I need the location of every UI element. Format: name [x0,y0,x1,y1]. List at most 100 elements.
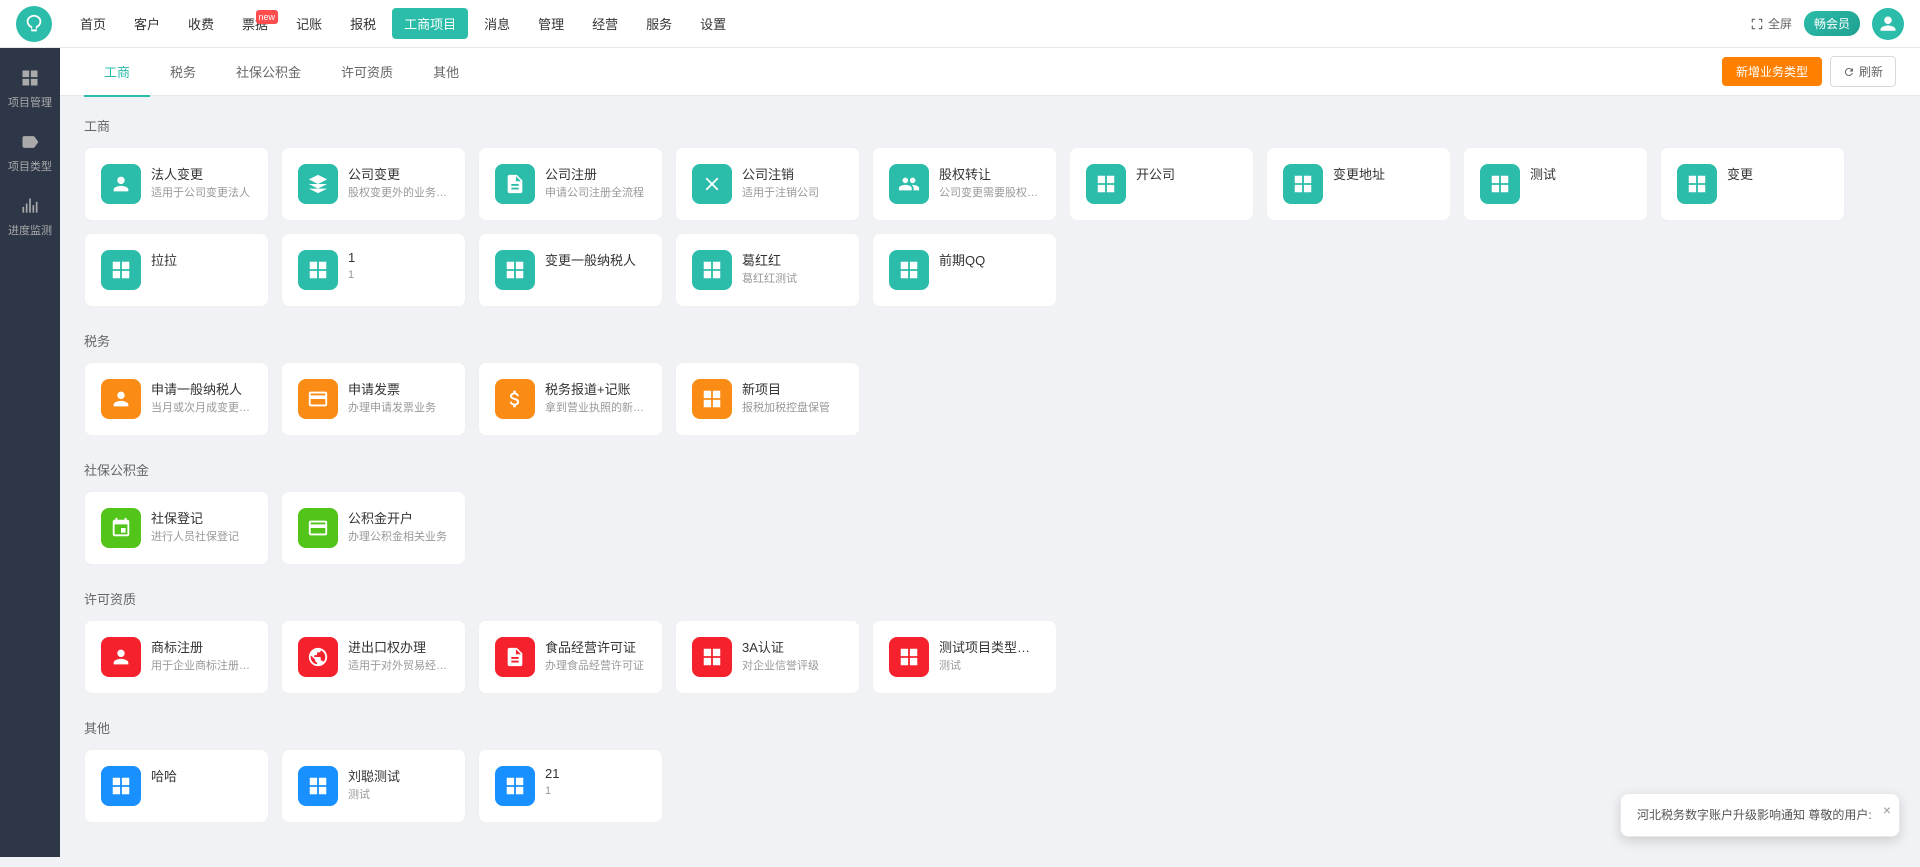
card-new-project[interactable]: 新项目 报税加税控盘保管 [675,362,860,436]
card-change-taxpayer[interactable]: 变更一般纳税人 [478,233,663,307]
card-icon-3a-cert [692,637,732,677]
card-trademark[interactable]: 商标注册 用于企业商标注册服务 [84,620,269,694]
card-desc-legal-change: 适用于公司变更法人 [151,186,252,201]
card-qq[interactable]: 前期QQ [872,233,1057,307]
sidebar-label-project-manage: 项目管理 [8,94,52,110]
card-name-apply-taxpayer: 申请一般纳税人 [151,379,252,398]
avatar[interactable] [1872,8,1904,40]
card-food-license[interactable]: 食品经营许可证 办理食品经营许可证 [478,620,663,694]
refresh-button[interactable]: 刷新 [1830,56,1896,87]
sidebar-item-project-type[interactable]: 项目类型 [0,120,60,184]
card-icon-shebao-register [101,508,141,548]
card-import-export[interactable]: 进出口权办理 适用于对外贸易经营者 [281,620,466,694]
card-desc-21: 1 [545,784,646,799]
nav-message[interactable]: 消息 [472,8,522,39]
vip-btn[interactable]: 畅会员 [1804,11,1860,36]
card-name-lala: 拉拉 [151,250,252,269]
tab-actions: 新增业务类型 刷新 [1722,56,1896,87]
tab-xuke[interactable]: 许可资质 [321,48,413,97]
card-name-one: 1 [348,250,449,265]
card-info-company-register: 公司注册 申请公司注册全流程 [545,164,646,201]
card-name-change-address: 变更地址 [1333,164,1434,183]
nav-charge[interactable]: 收费 [176,8,226,39]
nav-home[interactable]: 首页 [68,8,118,39]
card-shebao-register[interactable]: 社保登记 进行人员社保登记 [84,491,269,565]
nav-manage[interactable]: 管理 [526,8,576,39]
top-nav: 首页 客户 收费 票据 new 记账 报税 工商项目 消息 管理 经营 服务 设… [0,0,1920,48]
card-desc-fund-account: 办理公积金相关业务 [348,530,449,545]
notification-text: 河北税务数字账户升级影响通知 尊敬的用户: [1637,806,1883,824]
card-icon-gehonghong [692,250,732,290]
tab-gongshang[interactable]: 工商 [84,48,150,97]
card-icon-change [1677,164,1717,204]
card-info-tax-bookkeeping: 税务报道+记账 拿到营业执照的新公司 [545,379,646,416]
tab-qita[interactable]: 其他 [413,48,479,97]
card-name-haha: 哈哈 [151,766,252,785]
sidebar-label-progress: 进度监测 [8,222,52,238]
tab-shebao[interactable]: 社保公积金 [216,48,321,97]
logo[interactable] [16,6,52,42]
card-apply-invoice[interactable]: 申请发票 办理申请发票业务 [281,362,466,436]
card-name-change: 变更 [1727,164,1828,183]
card-change-address[interactable]: 变更地址 [1266,147,1451,221]
card-name-fund-account: 公积金开户 [348,508,449,527]
card-company-cancel[interactable]: 公司注销 适用于注销公司 [675,147,860,221]
add-type-button[interactable]: 新增业务类型 [1722,57,1822,86]
card-test[interactable]: 测试 [1463,147,1648,221]
card-tax-bookkeeping[interactable]: 税务报道+记账 拿到营业执照的新公司 [478,362,663,436]
card-apply-taxpayer[interactable]: 申请一般纳税人 当月或次月成变更完成 [84,362,269,436]
card-desc-one: 1 [348,268,449,283]
sub-tabs-bar: 工商 税务 社保公积金 许可资质 其他 新增业务类型 刷新 [60,48,1920,96]
card-desc-company-register: 申请公司注册全流程 [545,186,646,201]
nav-customer[interactable]: 客户 [122,8,172,39]
nav-industrial[interactable]: 工商项目 [392,8,468,39]
card-legal-change[interactable]: 法人变更 适用于公司变更法人 [84,147,269,221]
sidebar-item-project-manage[interactable]: 项目管理 [0,56,60,120]
card-icon-equity-transfer [889,164,929,204]
card-haha[interactable]: 哈哈 [84,749,269,823]
card-company-register[interactable]: 公司注册 申请公司注册全流程 [478,147,663,221]
notification-close-button[interactable]: × [1883,802,1891,818]
card-company-change[interactable]: 公司变更 股权变更外的业务变更 [281,147,466,221]
card-3a-cert[interactable]: 3A认证 对企业信誉评级 [675,620,860,694]
card-icon-21 [495,766,535,806]
card-desc-equity-transfer: 公司变更需要股权转让 [939,186,1040,201]
card-change[interactable]: 变更 [1660,147,1845,221]
card-info-haha: 哈哈 [151,766,252,788]
card-open-company[interactable]: 开公司 [1069,147,1254,221]
section-title-gongshang: 工商 [84,116,1896,135]
card-fund-account[interactable]: 公积金开户 办理公积金相关业务 [281,491,466,565]
gongshang-cards: 法人变更 适用于公司变更法人 公司变更 股权变更外的业务变更 [84,147,1896,307]
card-lala[interactable]: 拉拉 [84,233,269,307]
card-info-company-cancel: 公司注销 适用于注销公司 [742,164,843,201]
card-liucong-test[interactable]: 刘聪测试 测试 [281,749,466,823]
section-shuiwu: 税务 申请一般纳税人 当月或次月成变更完成 申请发票 [84,331,1896,436]
nav-bookkeeping[interactable]: 记账 [284,8,334,39]
card-desc-company-cancel: 适用于注销公司 [742,186,843,201]
card-info-legal-change: 法人变更 适用于公司变更法人 [151,164,252,201]
card-21[interactable]: 21 1 [478,749,663,823]
card-icon-company-cancel [692,164,732,204]
nav-operation[interactable]: 经营 [580,8,630,39]
card-equity-transfer[interactable]: 股权转让 公司变更需要股权转让 [872,147,1057,221]
tab-shuiwu[interactable]: 税务 [150,48,216,97]
nav-settings[interactable]: 设置 [688,8,738,39]
card-name-new-project: 新项目 [742,379,843,398]
card-test-type[interactable]: 测试项目类型目定义 测试 [872,620,1057,694]
nav-service[interactable]: 服务 [634,8,684,39]
tag-icon [18,130,42,154]
nav-tax[interactable]: 报税 [338,8,388,39]
card-desc-shebao-register: 进行人员社保登记 [151,530,252,545]
card-gehonghong[interactable]: 葛红红 葛红红测试 [675,233,860,307]
card-icon-open-company [1086,164,1126,204]
card-info-liucong-test: 刘聪测试 测试 [348,766,449,803]
fullscreen-btn[interactable]: 全屏 [1750,15,1792,32]
card-name-company-cancel: 公司注销 [742,164,843,183]
card-info-import-export: 进出口权办理 适用于对外贸易经营者 [348,637,449,674]
nav-ticket[interactable]: 票据 new [230,8,280,39]
card-one[interactable]: 1 1 [281,233,466,307]
sidebar-item-progress[interactable]: 进度监测 [0,184,60,248]
card-info-food-license: 食品经营许可证 办理食品经营许可证 [545,637,646,674]
card-name-liucong-test: 刘聪测试 [348,766,449,785]
card-icon-one [298,250,338,290]
